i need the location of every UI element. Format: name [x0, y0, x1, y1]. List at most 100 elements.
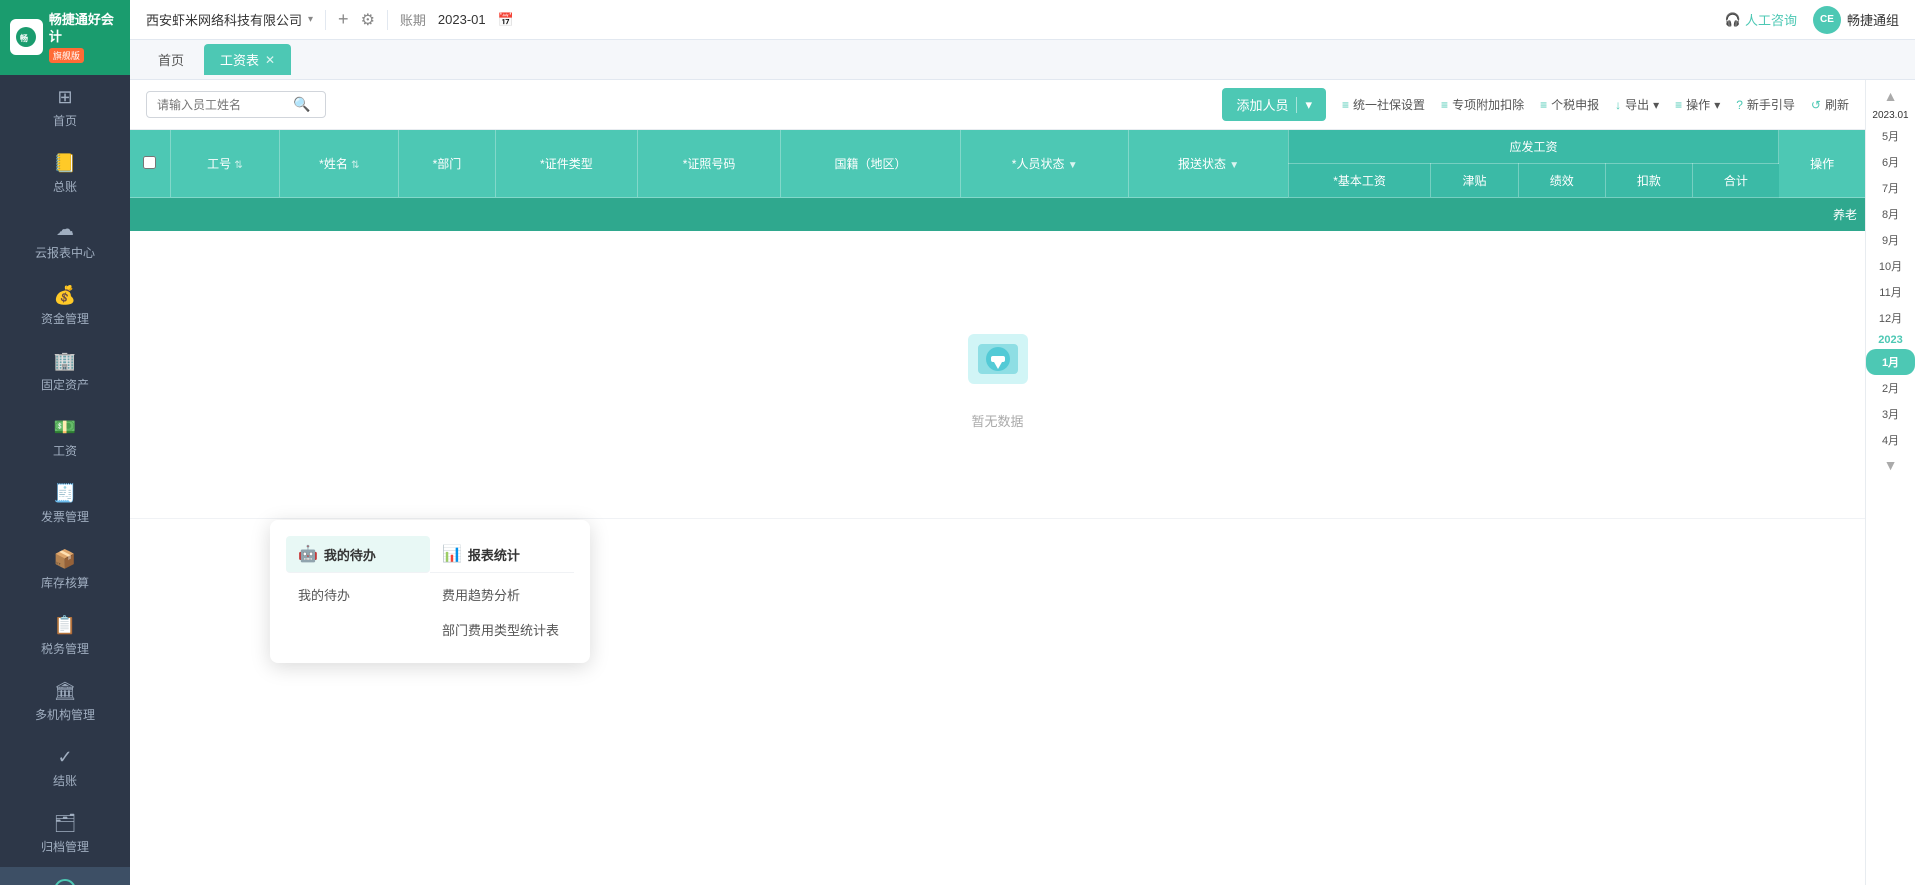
timeline-month-11[interactable]: 11月: [1866, 279, 1915, 305]
th-country: 国籍（地区）: [780, 130, 960, 198]
timeline-month-2[interactable]: 2月: [1866, 375, 1915, 401]
add-tab-button[interactable]: +: [338, 9, 349, 30]
sidebar-item-archive[interactable]: 🗂 归档管理: [0, 801, 130, 867]
timeline-month-4[interactable]: 4月: [1866, 427, 1915, 453]
settings-icon[interactable]: ⚙: [361, 10, 375, 30]
sidebar-item-home[interactable]: ⊞ 首页: [0, 75, 130, 141]
timeline-month-3[interactable]: 3月: [1866, 401, 1915, 427]
stats-icon: 📊: [442, 544, 462, 564]
export-action[interactable]: ↓ 导出 ▾: [1615, 96, 1659, 113]
timeline-current-display: 2023.01: [1866, 108, 1915, 123]
th-dept: *部门: [399, 130, 495, 198]
sidebar-item-finance[interactable]: 💰 资金管理: [0, 273, 130, 339]
calendar-icon[interactable]: 📅: [498, 12, 514, 28]
th-id-type: *证件类型: [495, 130, 638, 198]
app-badge: 旗舰版: [49, 48, 84, 63]
logo-text-block: 畅捷通好会计 旗舰版: [49, 12, 120, 63]
sidebar-item-invoice[interactable]: 🧾 发票管理: [0, 471, 130, 537]
empty-state: 暂无数据: [140, 239, 1855, 510]
company-name: 西安虾米网络科技有限公司: [146, 10, 302, 29]
sidebar-item-inventory[interactable]: 📦 库存核算: [0, 537, 130, 603]
timeline-month-6[interactable]: 6月: [1866, 149, 1915, 175]
sidebar-item-label-tax: 税务管理: [41, 640, 89, 657]
sidebar-item-checkout[interactable]: ✓ 结账: [0, 735, 130, 801]
ledger-icon: 📒: [54, 153, 76, 174]
th-total: 合计: [1692, 164, 1778, 198]
select-all-checkbox[interactable]: [143, 156, 156, 169]
timeline-up[interactable]: ▲: [1880, 84, 1902, 108]
customer-service-button[interactable]: 🎧 人工咨询: [1725, 10, 1797, 29]
guide-action[interactable]: ? 新手引导: [1736, 96, 1795, 113]
search-icon: 🔍: [293, 96, 310, 113]
search-box[interactable]: 🔍: [146, 91, 326, 118]
tax-report-action[interactable]: ≡ 个税申报: [1540, 96, 1599, 113]
sidebar: 畅 畅捷通好会计 旗舰版 ⊞ 首页 📒 总账 ☁ 云报表中心 💰 资金管理 🏢 …: [0, 0, 130, 885]
sidebar-item-ledger[interactable]: 📒 总账: [0, 141, 130, 207]
tab-home[interactable]: 首页: [142, 44, 200, 75]
popup-grid: 🤖 我的待办 我的待办 📊 报表统计 费用趋势分析: [286, 536, 574, 647]
popup-col1-header[interactable]: 🤖 我的待办: [286, 536, 430, 573]
add-person-dropdown-arrow[interactable]: ▾: [1296, 97, 1312, 113]
popup-item-cost-trend[interactable]: 费用趋势分析: [430, 577, 574, 612]
timeline-month-7[interactable]: 7月: [1866, 175, 1915, 201]
svg-text:畅: 畅: [20, 33, 28, 43]
search-input[interactable]: [157, 98, 287, 112]
empty-icon: [958, 319, 1038, 399]
avatar: CE: [1813, 6, 1841, 34]
export-dropdown: ▾: [1653, 98, 1659, 112]
timeline-month-5[interactable]: 5月: [1866, 123, 1915, 149]
sidebar-item-salary[interactable]: 💵 工资: [0, 405, 130, 471]
empno-sort-icon[interactable]: ⇅: [234, 160, 242, 171]
special-deduction-action[interactable]: ≡ 专项附加扣除: [1441, 96, 1524, 113]
special-icon: ≡: [1441, 98, 1448, 112]
timeline-down[interactable]: ▼: [1880, 453, 1902, 477]
timeline-month-1[interactable]: 1月: [1866, 349, 1915, 375]
sidebar-item-label-finance: 资金管理: [41, 310, 89, 327]
export-label: 导出: [1625, 96, 1649, 113]
popup-item-dept-cost[interactable]: 部门费用类型统计表: [430, 612, 574, 647]
app-logo[interactable]: 畅 畅捷通好会计 旗舰版: [0, 0, 130, 75]
th-checkbox[interactable]: [130, 130, 170, 198]
timeline-month-12[interactable]: 12月: [1866, 305, 1915, 331]
tab-close-button[interactable]: ✕: [265, 53, 275, 67]
th-extra-row: 养老: [130, 198, 1865, 232]
refresh-label: 刷新: [1825, 96, 1849, 113]
timeline-month-8[interactable]: 8月: [1866, 201, 1915, 227]
refresh-action[interactable]: ↺ 刷新: [1811, 96, 1849, 113]
tab-salary[interactable]: 工资表 ✕: [204, 44, 291, 75]
todo-icon: 🤖: [298, 544, 318, 564]
social-setting-action[interactable]: ≡ 统一社保设置: [1342, 96, 1425, 113]
operate-label: 操作: [1686, 96, 1710, 113]
timeline-panel: ▲ 2023.01 5月 6月 7月 8月 9月 10月 11月 12月 202…: [1865, 80, 1915, 885]
add-person-button[interactable]: 添加人员 ▾: [1222, 88, 1326, 121]
period-value: 2023-01: [438, 12, 486, 27]
operate-action[interactable]: ≡ 操作 ▾: [1675, 96, 1720, 113]
salary-content: 🔍 添加人员 ▾ ≡ 统一社保设置 ≡ 专项附加扣除: [130, 80, 1865, 885]
popup-col2-header[interactable]: 📊 报表统计: [430, 536, 574, 573]
report-filter-icon[interactable]: ▼: [1229, 160, 1239, 171]
sidebar-item-fixed-assets[interactable]: 🏢 固定资产: [0, 339, 130, 405]
sidebar-item-multi-org[interactable]: 🏛 多机构管理: [0, 669, 130, 735]
status-filter-icon[interactable]: ▼: [1068, 160, 1078, 171]
name-sort-icon[interactable]: ⇅: [351, 160, 359, 171]
tax-report-label: 个税申报: [1551, 96, 1599, 113]
th-base-salary: *基本工资: [1288, 164, 1431, 198]
sidebar-item-tax[interactable]: 📋 税务管理: [0, 603, 130, 669]
popup-col1: 🤖 我的待办 我的待办: [286, 536, 430, 647]
tax-report-icon: ≡: [1540, 98, 1547, 112]
refresh-icon: ↺: [1811, 98, 1821, 112]
timeline-month-10[interactable]: 10月: [1866, 253, 1915, 279]
content-area: 🔍 添加人员 ▾ ≡ 统一社保设置 ≡ 专项附加扣除: [130, 80, 1915, 885]
sidebar-nav: ⊞ 首页 📒 总账 ☁ 云报表中心 💰 资金管理 🏢 固定资产 💵 工资 🧾 发…: [0, 75, 130, 885]
sidebar-item-label-multi: 多机构管理: [35, 706, 95, 723]
sidebar-item-label-fixed: 固定资产: [41, 376, 89, 393]
username: 畅捷通组: [1847, 10, 1899, 29]
sidebar-item-cloud-report[interactable]: ☁ 云报表中心: [0, 207, 130, 273]
timeline-month-9[interactable]: 9月: [1866, 227, 1915, 253]
sidebar-item-expense[interactable]: G 小畅报销: [0, 867, 130, 885]
popup-item-todo[interactable]: 我的待办: [286, 577, 430, 612]
user-menu[interactable]: CE 畅捷通组: [1813, 6, 1899, 34]
main-area: 西安虾米网络科技有限公司 ▾ + ⚙ 账期 2023-01 📅 🎧 人工咨询 C…: [130, 0, 1915, 885]
th-bonus: 绩效: [1518, 164, 1605, 198]
company-selector[interactable]: 西安虾米网络科技有限公司 ▾: [146, 10, 313, 29]
